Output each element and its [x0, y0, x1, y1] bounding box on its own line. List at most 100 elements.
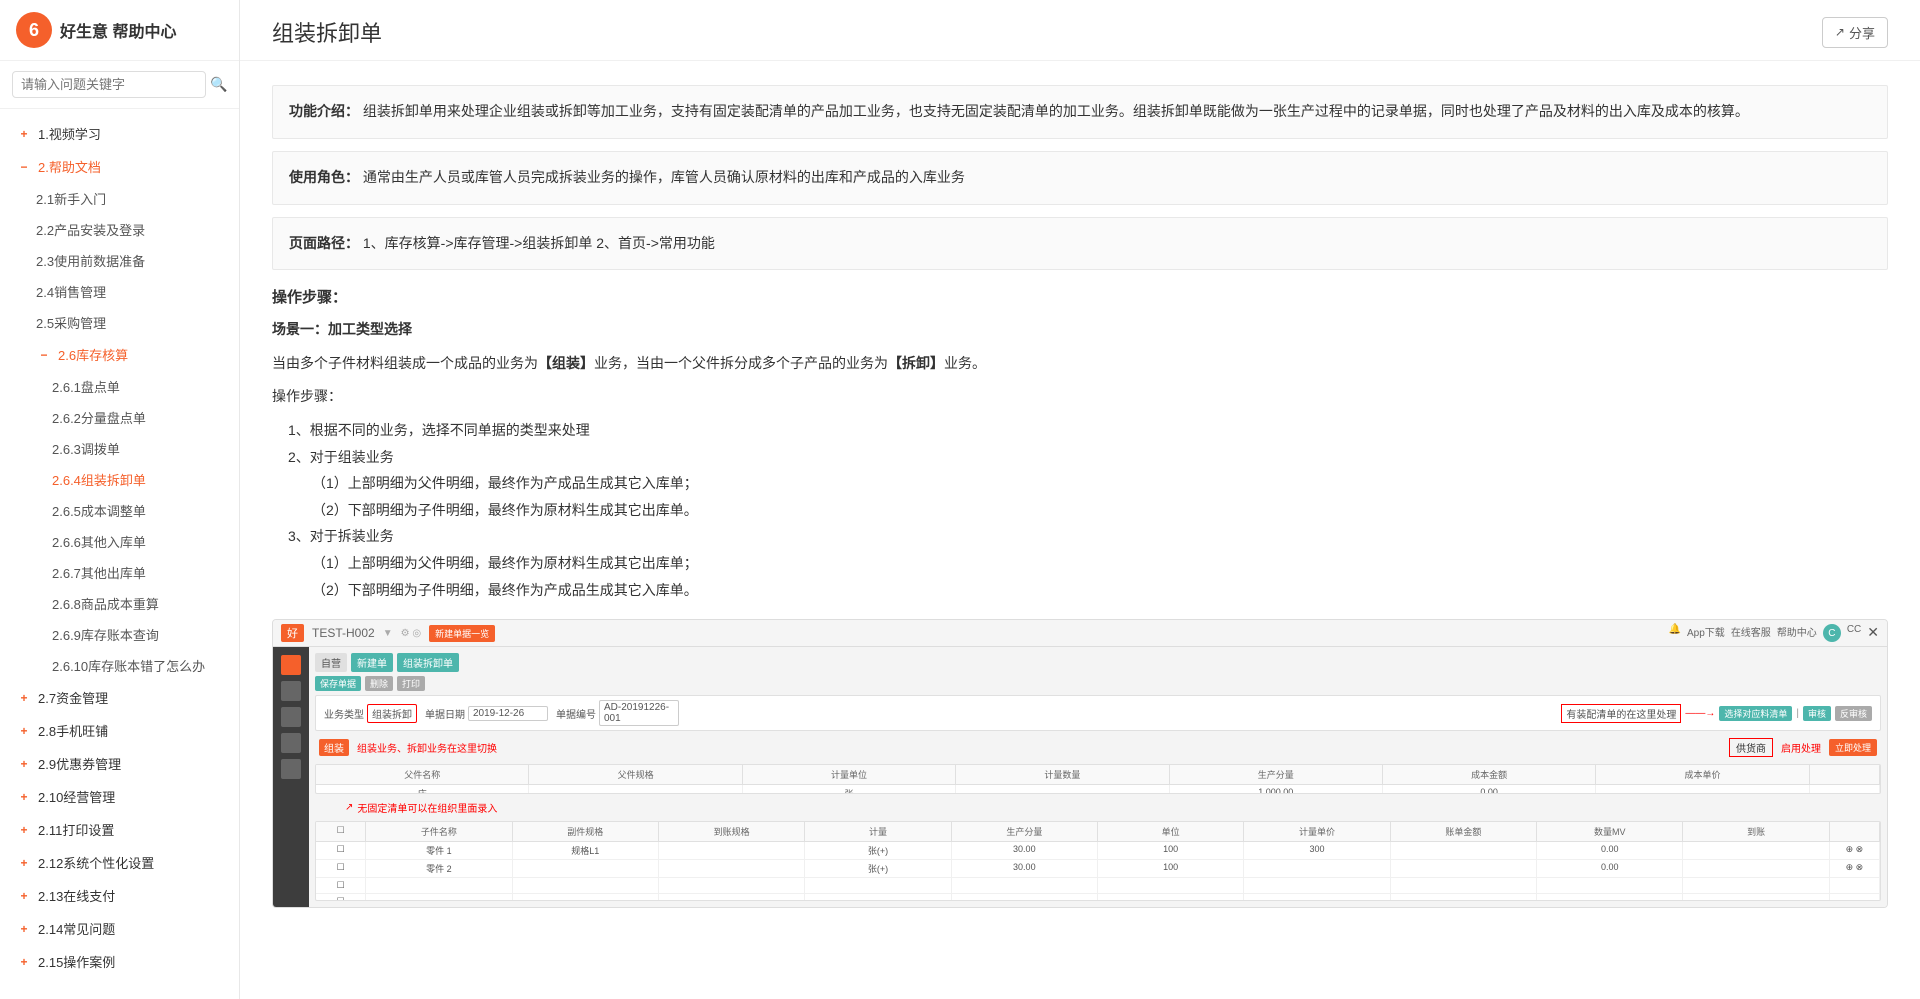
role-label: 使用角色：: [289, 169, 359, 185]
mockup-ltd-up1: 300: [1244, 842, 1390, 859]
scenario1-desc-text: 当由多个子件材料组装成一个成品的业务为【组装】业务，当由一个父件拆分成多个子产品…: [272, 355, 986, 371]
sidebar-item-cost-calc[interactable]: 2.6.8商品成本重算: [0, 588, 239, 619]
mockup-ltd-check2: ☐: [316, 860, 366, 877]
sidebar-item-data[interactable]: 2.3使用前数据准备: [0, 245, 239, 276]
sidebar-header: 6 好生意 帮助中心: [0, 0, 239, 61]
mockup-close-icon: ✕: [1867, 624, 1879, 642]
logo-icon: 6: [16, 12, 52, 48]
mockup-form: 业务类型 组装拆卸 单据日期 2019-12-26 单据编号 AD-201912…: [315, 695, 1881, 731]
sidebar-item-other-out[interactable]: 2.6.7其他出库单: [0, 557, 239, 588]
sidebar-item-stock-query[interactable]: 2.6.9库存账本查询: [0, 619, 239, 650]
step3: 3、对于拆装业务: [288, 523, 1888, 550]
mockup-select-bom-btn[interactable]: 选择对应料清单: [1719, 706, 1792, 721]
mockup-ann3: 启用处理: [1781, 740, 1821, 755]
sidebar-item-split-stock[interactable]: 2.6.2分量盘点单: [0, 402, 239, 433]
mockup-date-label: 单据日期: [425, 706, 465, 721]
mockup-ltd-arv1: [659, 842, 805, 859]
mockup-icon-user: 帮助中心: [1777, 624, 1817, 642]
sidebar-item-custom[interactable]: + 2.12系统个性化设置: [0, 846, 239, 879]
mockup-ltd-mv2: 0.00: [1537, 860, 1683, 877]
mockup-lower-row-4: ☐: [316, 894, 1880, 901]
mockup-th-3: 计量数量: [956, 765, 1169, 784]
mockup-lower-row-1: ☐ 零件 1 规格L1 张(+) 30.00 100 300 0.00: [316, 842, 1880, 860]
step3-subs: （1）上部明细为父件明细，最终作为原材料生成其它出库单； （2）下部明细为子件明…: [312, 550, 1888, 603]
sidebar-item-online-pay[interactable]: + 2.13在线支付: [0, 879, 239, 912]
ops-steps-sub-title: 操作步骤：: [272, 384, 1888, 409]
mockup-btn-save[interactable]: 保存单据: [315, 676, 361, 691]
search-input[interactable]: [12, 71, 206, 98]
mockup-lower-table: ☐ 子件名称 副件规格 到账规格 计量 生产分量 单位 计量单价 账单金额 数量…: [315, 821, 1881, 901]
sidebar-item-faq[interactable]: + 2.14常见问题: [0, 912, 239, 945]
sidebar-item-assembly[interactable]: 2.6.4组装拆卸单: [0, 464, 239, 495]
mockup-td-unit-cost: [1596, 785, 1809, 794]
mockup-right-icons: 🔔 App下载 在线客服 帮助中心 C CC ✕: [1669, 624, 1879, 642]
mock-side-1: [281, 681, 301, 701]
mockup-ltd-prod1: 30.00: [952, 842, 1098, 859]
mockup-lower-row-2: ☐ 零件 2 张(+) 30.00 100 0.00: [316, 860, 1880, 878]
mockup-lth-4: 生产分量: [952, 822, 1098, 841]
mockup-td-prod: 1,000.00: [1170, 785, 1383, 794]
mockup-btn-print[interactable]: 打印: [397, 676, 425, 691]
sidebar-item-stock-error[interactable]: 2.6.10库存账本错了怎么办: [0, 650, 239, 681]
mockup-th-4: 生产分量: [1170, 765, 1383, 784]
mockup-ltd-arv2: [659, 860, 805, 877]
mockup-ltd-spec1: 规格L1: [513, 842, 659, 859]
mockup-ltd-prod2: 30.00: [952, 860, 1098, 877]
mockup-td-cost: 0.00: [1383, 785, 1596, 794]
plus-icon-custom: +: [16, 855, 32, 871]
sidebar-item-purchase[interactable]: 2.5采购管理: [0, 307, 239, 338]
mockup-ltd-name1: 零件 1: [366, 842, 512, 859]
sidebar-item-ops[interactable]: + 2.10经营管理: [0, 780, 239, 813]
minus-icon-inventory: −: [36, 347, 52, 363]
mockup-no-label: 单据编号: [556, 706, 596, 721]
mockup-btn-delete[interactable]: 删除: [365, 676, 393, 691]
sidebar-item-install[interactable]: 2.2产品安装及登录: [0, 214, 239, 245]
scenario1-title: 场景一：加工类型选择: [272, 317, 1888, 342]
mockup-upper-header: 父件名称 父件规格 计量单位 计量数量 生产分量 成本金额 成本单价: [316, 765, 1880, 785]
sidebar-item-other-in[interactable]: 2.6.6其他入库单: [0, 526, 239, 557]
mockup-td-name: 床: [316, 785, 529, 794]
sidebar-item-newbie[interactable]: 2.1新手入门: [0, 183, 239, 214]
mockup-approve-btn[interactable]: 审核: [1803, 706, 1831, 721]
mockup-ltd-ut1: 100: [1098, 842, 1244, 859]
sidebar-item-stock-count[interactable]: 2.6.1盘点单: [0, 371, 239, 402]
mockup-ltd-act2: ⊕ ⊗: [1830, 860, 1880, 877]
sidebar-item-coupon[interactable]: + 2.9优惠券管理: [0, 747, 239, 780]
mockup-icons: ⚙ ◎: [401, 628, 421, 639]
sidebar-item-cost-adjust[interactable]: 2.6.5成本调整单: [0, 495, 239, 526]
mockup-lth-check: ☐: [316, 822, 366, 841]
sidebar-item-cases[interactable]: + 2.15操作案例: [0, 945, 239, 978]
mockup-tabs: 自营 新建单 组装拆卸单: [315, 653, 1881, 672]
mockup-type-input: 组装拆卸: [367, 704, 417, 723]
mockup-cancel-approve-btn[interactable]: 反审核: [1835, 706, 1872, 721]
mockup-lth-act: [1830, 822, 1880, 841]
plus-icon-faq: +: [16, 921, 32, 937]
mockup-sidebar: [273, 647, 309, 907]
sidebar-item-sales[interactable]: 2.4销售管理: [0, 276, 239, 307]
search-button[interactable]: 🔍: [210, 76, 227, 93]
step1: 1、根据不同的业务，选择不同单据的类型来处理: [288, 417, 1888, 444]
mockup-new-btn[interactable]: 新建单据一览: [429, 625, 495, 642]
path-text: 1、库存核算->库存管理->组装拆卸单 2、首页->常用功能: [363, 235, 715, 251]
mockup-clearance-section: 有装配清单的在这里处理 ——→ 选择对应料清单 | 审核 反审核: [1561, 704, 1872, 723]
mockup-td-qty: [956, 785, 1169, 794]
func-intro-label: 功能介绍：: [289, 103, 359, 119]
sidebar-item-mobile[interactable]: + 2.8手机旺铺: [0, 714, 239, 747]
mockup-tab-assembly: 组装拆卸单: [397, 653, 459, 672]
mockup-lth-8: 数量MV: [1537, 822, 1683, 841]
mock-side-2: [281, 707, 301, 727]
sidebar-item-video[interactable]: + 1.视频学习: [0, 117, 239, 150]
mockup-process-btn[interactable]: 立即处理: [1829, 739, 1877, 756]
path-block: 页面路径： 1、库存核算->库存管理->组装拆卸单 2、首页->常用功能: [272, 217, 1888, 271]
mockup-ltd-up2: [1244, 860, 1390, 877]
sidebar-item-print[interactable]: + 2.11打印设置: [0, 813, 239, 846]
sidebar-item-docs[interactable]: − 2.帮助文档: [0, 150, 239, 183]
mockup-td-act1: [1810, 785, 1880, 794]
sidebar-item-inventory[interactable]: − 2.6库存核算: [0, 338, 239, 371]
share-button[interactable]: ↗ 分享: [1822, 17, 1888, 48]
mockup-upper-row-1: 床 张 1,000.00 0.00: [316, 785, 1880, 794]
search-box: 🔍: [0, 61, 239, 109]
sidebar-item-transfer[interactable]: 2.6.3调拨单: [0, 433, 239, 464]
sidebar-item-finance[interactable]: + 2.7资金管理: [0, 681, 239, 714]
plus-icon-cases: +: [16, 954, 32, 970]
